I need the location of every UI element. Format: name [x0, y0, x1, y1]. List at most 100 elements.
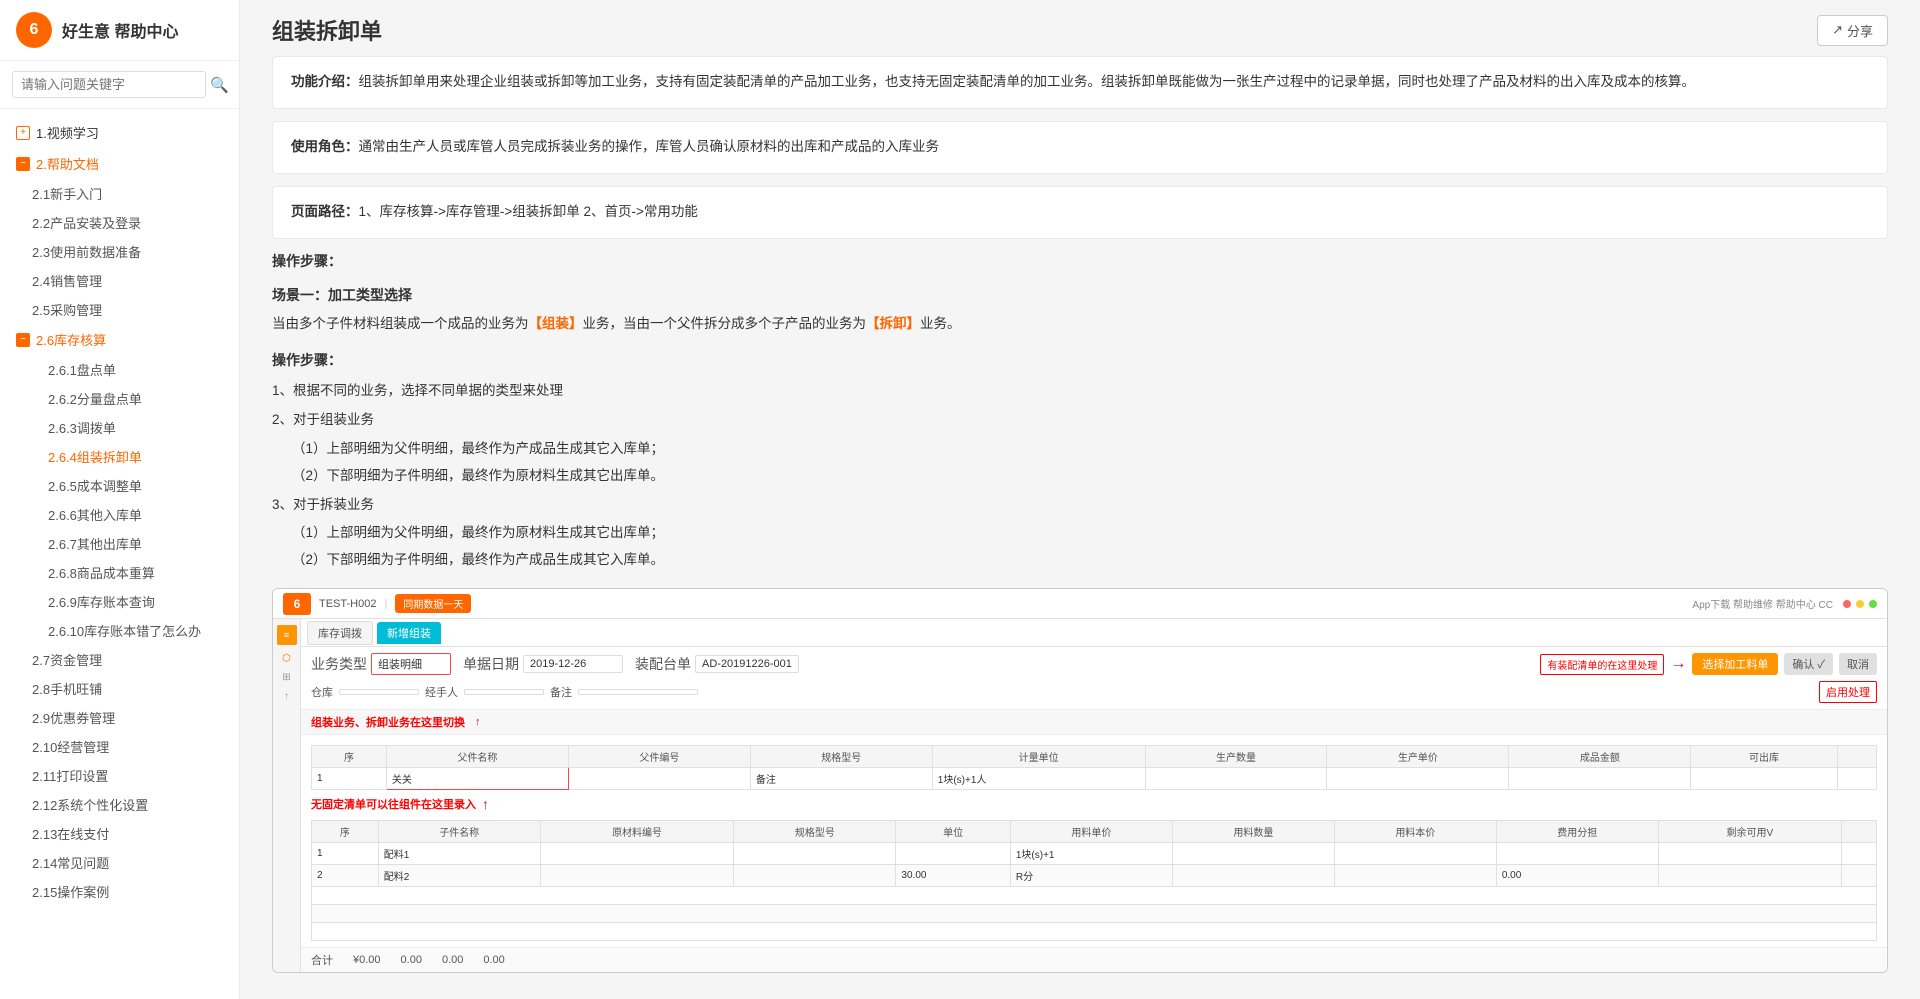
sidebar-item-261[interactable]: 2.6.1盘点单 [48, 355, 239, 384]
scr-th-spec: 规格型号 [750, 746, 932, 768]
sidebar-item-25[interactable]: 2.5采购管理 [32, 295, 239, 324]
scr-sub2-seq: 2 [312, 865, 379, 887]
main-header: 组装拆卸单 ↗ 分享 [240, 0, 1920, 56]
function-intro-block: 功能介绍：组装拆卸单用来处理企业组装或拆卸等加工业务，支持有固定装配清单的产品加… [272, 56, 1888, 109]
scr-lower-annotation: 无固定清单可以往组件在这里录入 ↑ [301, 796, 1887, 816]
scr-footer-val4: 0.00 [483, 954, 504, 966]
scr-sub2-share: 0.00 [1496, 865, 1658, 887]
sidebar-item-label: 2.帮助文档 [36, 154, 99, 173]
scr-sub-td-remain [1658, 843, 1841, 865]
scr-arrow5: ↑ [482, 796, 489, 812]
sidebar-item-267[interactable]: 2.6.7其他出库单 [48, 529, 239, 558]
scr-sub-td-action [1841, 843, 1876, 865]
sidebar-item-268[interactable]: 2.6.8商品成本重算 [48, 558, 239, 587]
scr-sub-td-spec [734, 843, 896, 865]
role-block: 使用角色：通常由生产人员或库管人员完成拆装业务的操作，库管人员确认原材料的出库和… [272, 121, 1888, 174]
sidebar-item-23[interactable]: 2.3使用前数据准备 [32, 237, 239, 266]
scr-warehouse [339, 689, 419, 695]
scr-annotation1: 有装配清单的在这里处理 [1540, 654, 1664, 675]
table-row [312, 923, 1877, 941]
sidebar-item-211[interactable]: 2.11打印设置 [32, 761, 239, 790]
sidebar-item-label: 1.视频学习 [36, 123, 99, 142]
scene-desc: 当由多个子件材料组装成一个成品的业务为【组装】业务，当由一个父件拆分成多个子产品… [272, 313, 1888, 336]
sidebar-item-264[interactable]: 2.6.4组装拆卸单 [48, 442, 239, 471]
sidebar-item-26[interactable]: − 2.6库存核算 [16, 324, 239, 355]
scr-memo-label: 备注 [550, 684, 572, 700]
scr-td-unit: 1块(s)+1人 [932, 768, 1145, 790]
sidebar-item-263[interactable]: 2.6.3调拨单 [48, 413, 239, 442]
scr-date-value: 2019-12-26 [523, 655, 623, 673]
scr-sub-td-ucost [1334, 843, 1496, 865]
share-icon: ↗ [1832, 22, 1843, 38]
ops-title: 操作步骤： [272, 251, 1888, 271]
scr-th-sub-ucost: 用料本价 [1334, 821, 1496, 843]
step3-sub2: （2）下部明细为子件明细，最终作为产成品生成其它入库单。 [272, 549, 1888, 572]
table-row [312, 905, 1877, 923]
sidebar-item-27[interactable]: 2.7资金管理 [32, 645, 239, 674]
scr-select-btn[interactable]: 选择加工料单 [1692, 653, 1778, 675]
search-input[interactable] [12, 71, 206, 98]
sidebar-item-265[interactable]: 2.6.5成本调整单 [48, 471, 239, 500]
scr-sub2-name: 配料2 [378, 865, 540, 887]
scene-title: 场景一：加工类型选择 [272, 285, 1888, 305]
sidebar-item-215[interactable]: 2.15操作案例 [32, 877, 239, 906]
scr-empty-row [312, 887, 1877, 905]
scr-arrow3: ↑ [475, 716, 481, 728]
scr-annotation3: 组装业务、拆卸业务在这里切换 [311, 714, 465, 730]
page-title: 组装拆卸单 [272, 14, 382, 46]
sidebar-item-docs[interactable]: − 2.帮助文档 [0, 148, 239, 179]
scr-td-seq: 1 [312, 768, 387, 790]
scr-td-name: 关关 [386, 768, 568, 790]
scr-sub-td-share [1496, 843, 1658, 865]
step3: 3、对于拆装业务 [272, 494, 1888, 517]
scr-form-area: 业务类型 组装明细 单据日期 2019-12-26 装配台单 AD-201912… [301, 647, 1887, 710]
scr-type-value: 组装明细 [371, 653, 451, 675]
scr-footer-val2: 0.00 [401, 954, 422, 966]
scr-td-qty [1145, 768, 1327, 790]
table-row: 1 配料1 1块(s)+1 [312, 843, 1877, 865]
search-button[interactable]: 🔍 [210, 76, 229, 94]
scr-footer-val3: 0.00 [442, 954, 463, 966]
scr-th-avail: 可出库 [1691, 746, 1837, 768]
expand-icon: + [16, 126, 30, 140]
path-text: 1、库存核算->库存管理->组装拆卸单 2、首页->常用功能 [359, 204, 698, 219]
scr-upper-table-area: 序 父件名称 父件编号 规格型号 计量单位 生产数量 生产单价 成品金额 可出库 [301, 735, 1887, 796]
share-label: 分享 [1847, 21, 1873, 40]
scr-arrow1: → [1670, 655, 1686, 673]
scr-confirm-btn[interactable]: 确认 ✓ [1784, 653, 1833, 675]
scr-cancel-btn[interactable]: 取消 [1839, 653, 1877, 675]
sidebar-item-24[interactable]: 2.4销售管理 [32, 266, 239, 295]
scr-person [464, 689, 544, 695]
nav-tree: + 1.视频学习 − 2.帮助文档 2.1新手入门 2.2产品安装及登录 2.3… [0, 109, 239, 999]
scr-child-table: 序 子件名称 原材料编号 规格型号 单位 用料单价 用料数量 用料本价 费用分担 [311, 820, 1877, 941]
sidebar-item-28[interactable]: 2.8手机旺铺 [32, 674, 239, 703]
scr-sub-td-name: 配料1 [378, 843, 540, 865]
sidebar-item-21[interactable]: 2.1新手入门 [32, 179, 239, 208]
sidebar-item-22[interactable]: 2.2产品安装及登录 [32, 208, 239, 237]
scr-parent-table: 序 父件名称 父件编号 规格型号 计量单位 生产数量 生产单价 成品金额 可出库 [311, 745, 1877, 790]
scr-th-seq: 序 [312, 746, 387, 768]
assembly-label: 【组装】 [529, 316, 583, 331]
sidebar-item-266[interactable]: 2.6.6其他入库单 [48, 500, 239, 529]
sidebar-item-210[interactable]: 2.10经营管理 [32, 732, 239, 761]
step2-sub1: （1）上部明细为父件明细，最终作为产成品生成其它入库单； [272, 438, 1888, 461]
sidebar-item-2610[interactable]: 2.6.10库存账本错了怎么办 [48, 616, 239, 645]
scr-th-sub-no: 原材料编号 [540, 821, 734, 843]
table-row [312, 887, 1877, 905]
sidebar-item-212[interactable]: 2.12系统个性化设置 [32, 790, 239, 819]
sidebar-item-262[interactable]: 2.6.2分量盘点单 [48, 384, 239, 413]
scr-lower-table-area: 序 子件名称 原材料编号 规格型号 单位 用料单价 用料数量 用料本价 费用分担 [301, 820, 1887, 947]
share-button[interactable]: ↗ 分享 [1817, 15, 1888, 46]
sidebar-item-29[interactable]: 2.9优惠券管理 [32, 703, 239, 732]
sidebar-item-213[interactable]: 2.13在线支付 [32, 819, 239, 848]
scr-empty-row2 [312, 905, 1877, 923]
scr-th-qty: 生产数量 [1145, 746, 1327, 768]
sidebar-item-video[interactable]: + 1.视频学习 [0, 117, 239, 148]
screenshot-container: 6 TEST-H002 | 同期数据一天 App下载 帮助维修 帮助中心 CC [272, 588, 1888, 973]
scr-td-no [568, 768, 750, 790]
scr-th-sub-unit: 单位 [896, 821, 1010, 843]
sidebar-item-269[interactable]: 2.6.9库存账本查询 [48, 587, 239, 616]
scr-nav-icon3: ↑ [284, 691, 289, 702]
sidebar-item-214[interactable]: 2.14常见问题 [32, 848, 239, 877]
scr-sub-td-no [540, 843, 734, 865]
